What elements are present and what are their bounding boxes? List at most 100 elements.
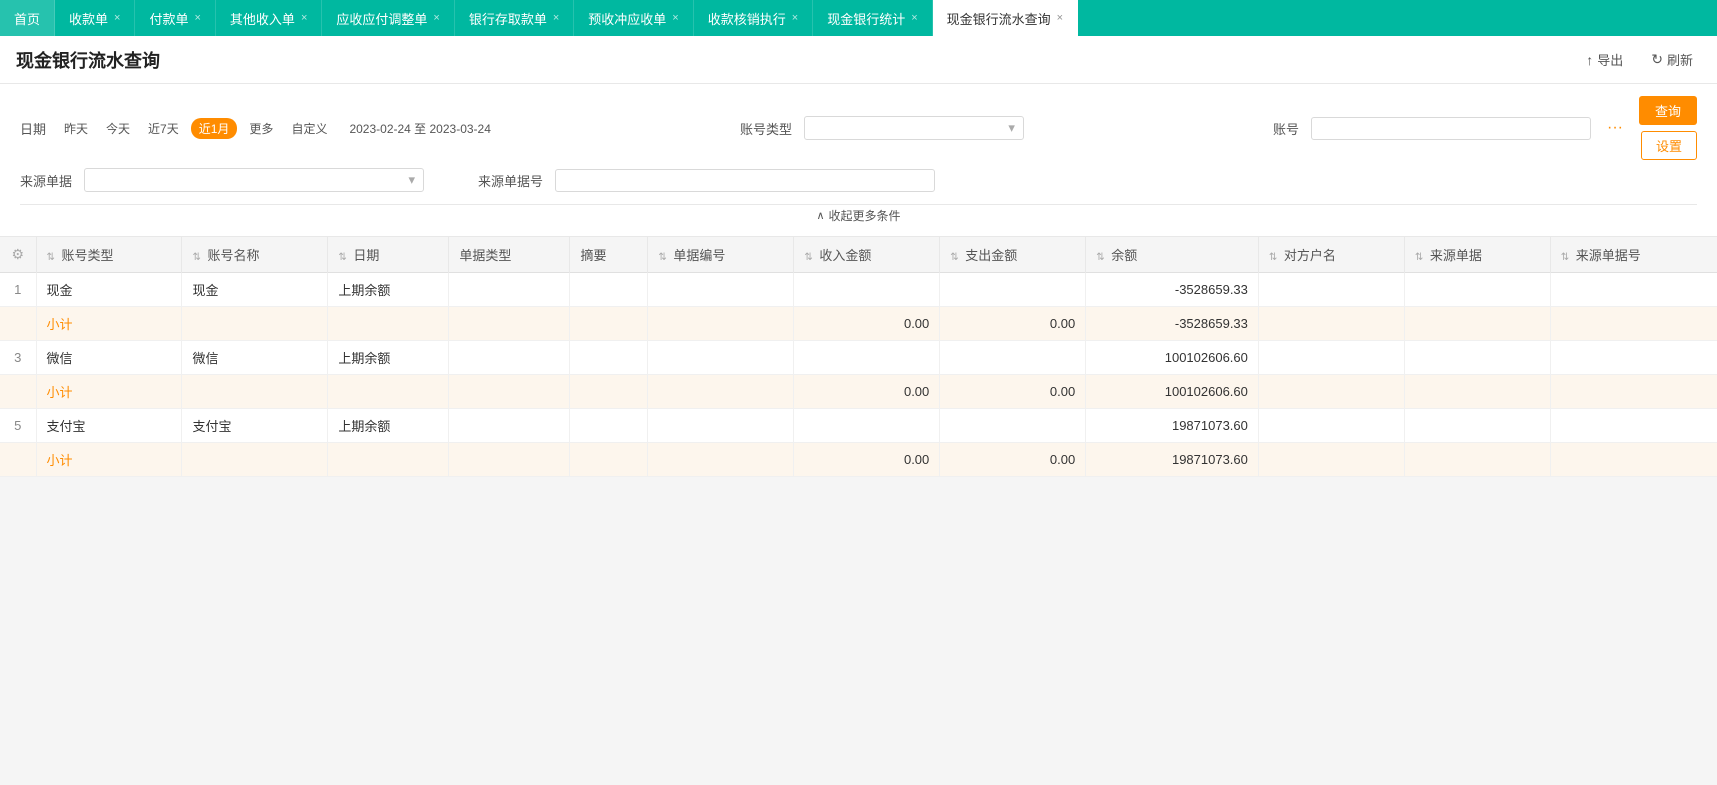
close-payment-icon[interactable]: × [194,12,200,24]
nav-cash-stats-label: 现金银行统计 [827,9,905,28]
refresh-button[interactable]: ↻ 刷新 [1643,46,1701,73]
cell-source-doc-num [1550,375,1717,409]
col-account-name-label: 账号名称 [207,248,259,263]
date-btn-custom[interactable]: 自定义 [285,118,333,139]
cell-balance: 19871073.60 [1086,443,1259,477]
source-doc-select[interactable]: ▾ [84,168,424,192]
col-expense[interactable]: ⇅ 支出金额 [940,237,1086,273]
nav-item-advance-offset[interactable]: 预收冲应收单 × [574,0,693,36]
nav-item-cash-flow[interactable]: 现金银行流水查询 × [933,0,1078,36]
close-cash-flow-icon[interactable]: × [1057,12,1063,24]
close-cash-stats-icon[interactable]: × [911,12,917,24]
cell-account-name [182,307,328,341]
col-expense-label: 支出金额 [965,248,1017,263]
cell-income: 0.00 [794,375,940,409]
cell-expense: 0.00 [940,307,1086,341]
cell-doc-num [648,375,794,409]
cell-account-name: 支付宝 [182,409,328,443]
col-account-name[interactable]: ⇅ 账号名称 [182,237,328,273]
cell-counterparty [1258,443,1404,477]
close-collection-exec-icon[interactable]: × [792,12,798,24]
cell-counterparty [1258,341,1404,375]
nav-item-home[interactable]: 首页 [0,0,55,36]
close-receipt-icon[interactable]: × [114,12,120,24]
col-source-doc-num[interactable]: ⇅ 来源单据号 [1550,237,1717,273]
cell-date: 上期余额 [328,273,449,307]
col-account-type-label: 账号类型 [62,248,114,263]
nav-item-receipt[interactable]: 收款单 × [55,0,135,36]
cell-doc-num [648,341,794,375]
nav-item-collection-exec[interactable]: 收款核销执行 × [694,0,813,36]
close-advance-offset-icon[interactable]: × [672,12,678,24]
cell-account-name [182,375,328,409]
source-doc-num-input[interactable] [555,169,935,192]
cell-source-doc [1404,341,1550,375]
col-doc-type: 单据类型 [449,237,570,273]
cell-account-type: 微信 [36,341,182,375]
cell-doc-type [449,307,570,341]
col-income[interactable]: ⇅ 收入金额 [794,237,940,273]
cell-expense [940,409,1086,443]
close-other-income-icon[interactable]: × [301,12,307,24]
table-settings-icon[interactable]: ⚙ [11,246,24,262]
cell-summary [570,307,648,341]
nav-bank-deposit-label: 银行存取款单 [469,9,547,28]
cell-source-doc [1404,409,1550,443]
cell-doc-num [648,409,794,443]
cell-income [794,273,940,307]
account-type-select[interactable]: ▾ [804,116,1024,140]
col-source-doc[interactable]: ⇅ 来源单据 [1404,237,1550,273]
export-button[interactable]: ↑ 导出 [1578,46,1631,73]
cell-source-doc [1404,307,1550,341]
collapse-button[interactable]: ∧ 收起更多条件 [20,204,1697,226]
nav-item-ar-ap-adjust[interactable]: 应收应付调整单 × [322,0,454,36]
col-counterparty[interactable]: ⇅ 对方户名 [1258,237,1404,273]
date-btn-more[interactable]: 更多 [243,118,279,139]
account-type-arrow-icon: ▾ [1008,120,1015,136]
cell-date: 上期余额 [328,409,449,443]
cell-doc-num [648,307,794,341]
cell-doc-type [449,443,570,477]
account-input[interactable] [1311,117,1591,140]
col-date[interactable]: ⇅ 日期 [328,237,449,273]
close-ar-ap-adjust-icon[interactable]: × [433,12,439,24]
col-settings: ⚙ [0,237,36,273]
nav-collection-exec-label: 收款核销执行 [708,9,786,28]
cell-doc-num [648,443,794,477]
cell-doc-type [449,273,570,307]
cell-balance: 19871073.60 [1086,409,1259,443]
cell-summary [570,375,648,409]
date-btn-today[interactable]: 今天 [100,118,136,139]
cell-account-name [182,443,328,477]
cell-income: 0.00 [794,443,940,477]
filter-area: 日期 昨天 今天 近7天 近1月 更多 自定义 2023-02-24 至 202… [0,84,1717,237]
query-button[interactable]: 查询 [1639,96,1697,125]
col-balance[interactable]: ⇅ 余额 [1086,237,1259,273]
cell-expense: 0.00 [940,375,1086,409]
table-container: ⚙ ⇅ 账号类型 ⇅ 账号名称 ⇅ 日期 单据类型 摘要 [0,237,1717,477]
cell-counterparty [1258,409,1404,443]
row-number [0,307,36,341]
settings-button[interactable]: 设置 [1641,131,1697,160]
nav-item-payment[interactable]: 付款单 × [135,0,215,36]
row-number [0,443,36,477]
cell-balance: 100102606.60 [1086,375,1259,409]
nav-item-bank-deposit[interactable]: 银行存取款单 × [455,0,574,36]
account-dots-button[interactable]: ··· [1603,119,1627,137]
cell-account-type: 小计 [36,443,182,477]
col-doc-num[interactable]: ⇅ 单据编号 [648,237,794,273]
account-label: 账号 [1273,119,1299,138]
date-range-display: 2023-02-24 至 2023-03-24 [349,120,490,137]
cell-balance: -3528659.33 [1086,273,1259,307]
nav-item-other-income[interactable]: 其他收入单 × [216,0,322,36]
date-btn-yesterday[interactable]: 昨天 [58,118,94,139]
date-btn-1month[interactable]: 近1月 [191,118,238,139]
close-bank-deposit-icon[interactable]: × [553,12,559,24]
col-account-type[interactable]: ⇅ 账号类型 [36,237,182,273]
collapse-label: 收起更多条件 [829,207,901,224]
export-icon: ↑ [1586,52,1593,68]
cell-counterparty [1258,375,1404,409]
date-btn-7days[interactable]: 近7天 [142,118,185,139]
nav-item-cash-stats[interactable]: 现金银行统计 × [813,0,932,36]
right-actions: 查询 设置 [1639,96,1697,160]
